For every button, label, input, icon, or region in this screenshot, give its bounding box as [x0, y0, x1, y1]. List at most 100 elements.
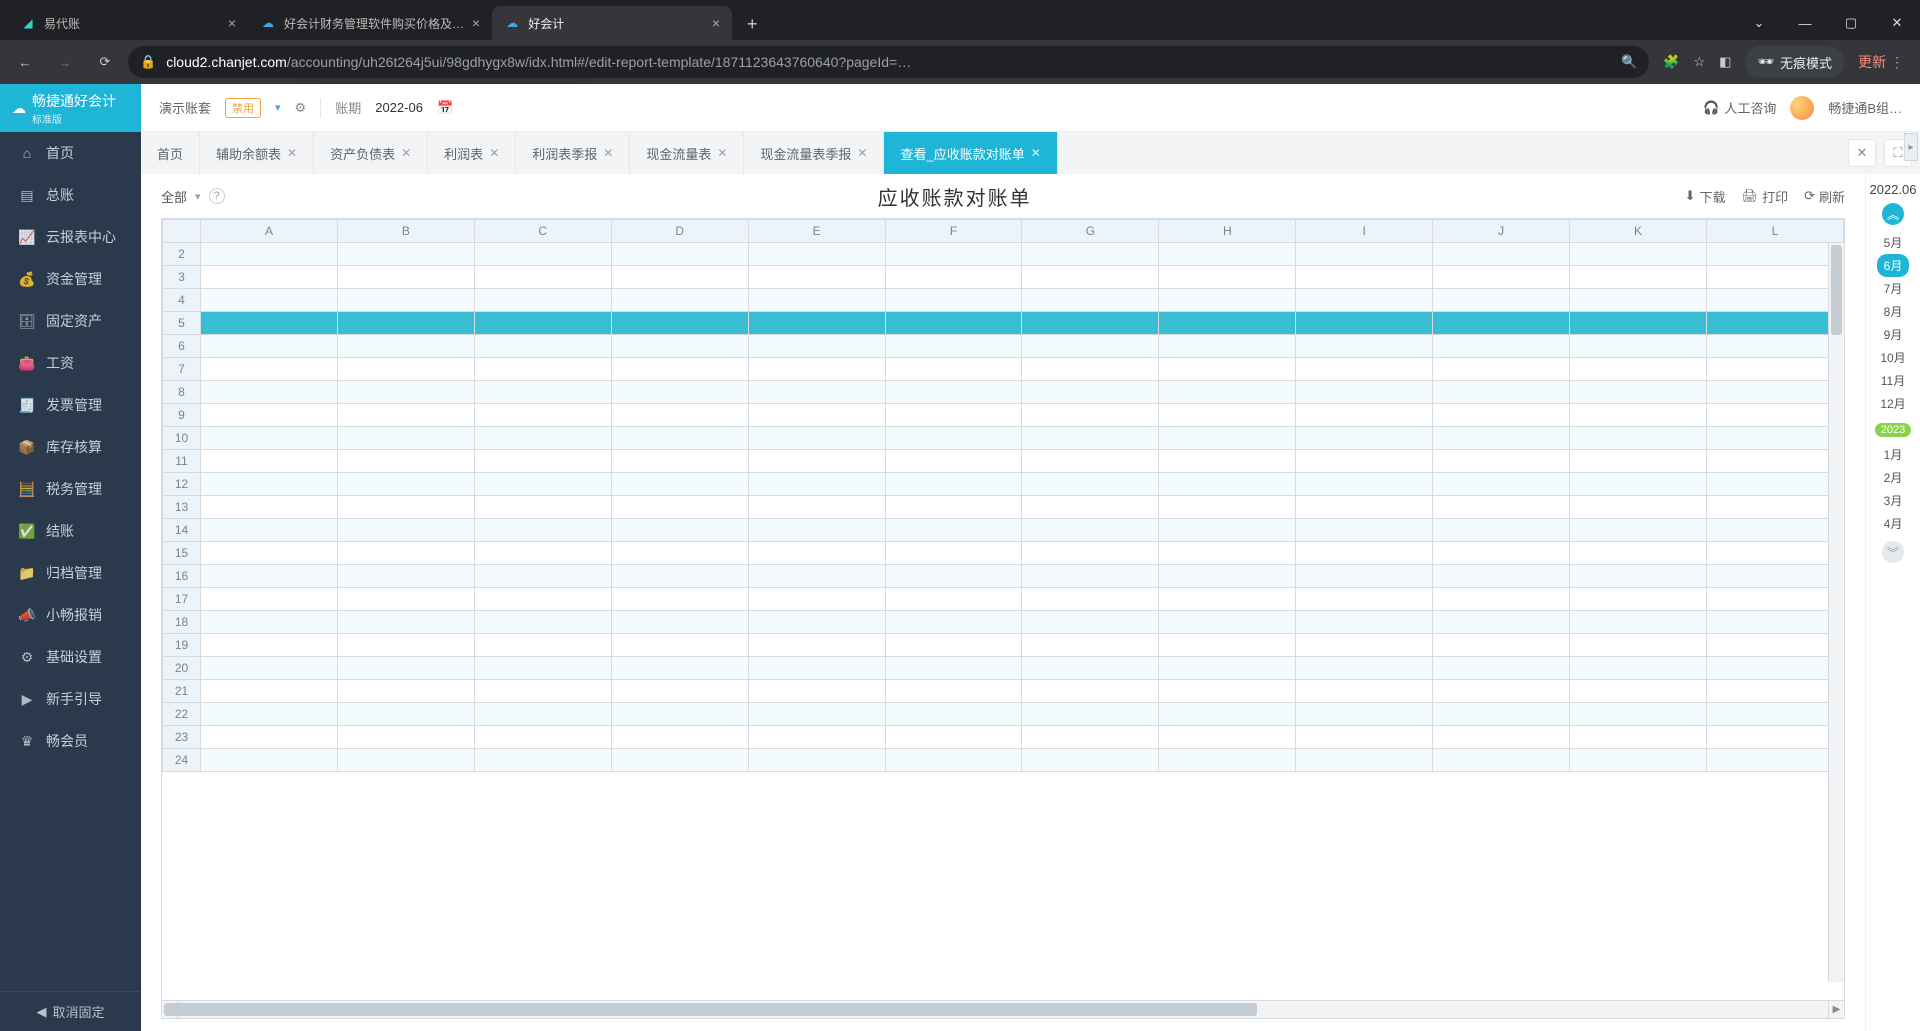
sheet-cell[interactable]	[1022, 634, 1159, 657]
doctab-2[interactable]: 资产负债表✕	[314, 132, 428, 174]
sheet-cell[interactable]	[1022, 381, 1159, 404]
sheet-cell[interactable]	[201, 450, 338, 473]
sheet-cell[interactable]	[1022, 657, 1159, 680]
sheet-cell[interactable]	[337, 289, 474, 312]
sheet-cell[interactable]	[1706, 450, 1843, 473]
month-7月[interactable]: 7月	[1877, 277, 1909, 300]
sheet-cell[interactable]	[1433, 381, 1570, 404]
sheet-cell[interactable]	[1706, 611, 1843, 634]
filter-dropdown[interactable]: 全部 ▾ ?	[161, 187, 225, 206]
reload-button[interactable]: ⟳	[88, 45, 122, 79]
sheet-cell[interactable]	[748, 749, 885, 772]
month-1月[interactable]: 1月	[1877, 443, 1909, 466]
sheet-cell[interactable]	[611, 312, 748, 335]
row-header[interactable]: 20	[163, 657, 201, 680]
sheet-cell[interactable]	[201, 519, 338, 542]
sheet-cell[interactable]	[1159, 542, 1296, 565]
sheet-cell[interactable]	[748, 427, 885, 450]
sheet-cell[interactable]	[885, 266, 1022, 289]
month-11月[interactable]: 11月	[1877, 369, 1909, 392]
sheet-cell[interactable]	[337, 243, 474, 266]
sheet-cell[interactable]	[1022, 565, 1159, 588]
sheet-row-15[interactable]: 15	[163, 542, 1844, 565]
sheet-cell[interactable]	[748, 450, 885, 473]
doctab-close-icon[interactable]: ✕	[489, 146, 499, 160]
sheet-cell[interactable]	[885, 358, 1022, 381]
sidebar-item-9[interactable]: ✅结账	[0, 510, 141, 552]
sheet-cell[interactable]	[1706, 542, 1843, 565]
sidebar-item-12[interactable]: ⚙基础设置	[0, 636, 141, 678]
sheet-cell[interactable]	[1706, 703, 1843, 726]
sheet-cell[interactable]	[1159, 243, 1296, 266]
next-year-badge[interactable]: 2023	[1875, 423, 1911, 437]
sidebar-item-5[interactable]: 👛工资	[0, 342, 141, 384]
sheet-cell[interactable]	[1296, 565, 1433, 588]
sheet-row-10[interactable]: 10	[163, 427, 1844, 450]
sheet-cell[interactable]	[201, 565, 338, 588]
browser-tab-0[interactable]: ◢ 易代账 ×	[8, 6, 248, 40]
sheet-cell[interactable]	[1570, 243, 1707, 266]
browser-tab-2[interactable]: ☁ 好会计 ×	[492, 6, 732, 40]
sheet-cell[interactable]	[1296, 427, 1433, 450]
sheet-cell[interactable]	[1296, 335, 1433, 358]
sheet-cell[interactable]	[1570, 703, 1707, 726]
col-header-E[interactable]: E	[748, 220, 885, 243]
sheet-cell[interactable]	[1433, 312, 1570, 335]
sheet-cell[interactable]	[1570, 335, 1707, 358]
sheet-cell[interactable]	[1570, 289, 1707, 312]
sheet-cell[interactable]	[885, 404, 1022, 427]
sheet-cell[interactable]	[1022, 243, 1159, 266]
sheet-cell[interactable]	[885, 450, 1022, 473]
sheet-cell[interactable]	[1296, 312, 1433, 335]
sheet-cell[interactable]	[201, 404, 338, 427]
sheet-cell[interactable]	[1022, 266, 1159, 289]
sheet-cell[interactable]	[201, 381, 338, 404]
sheet-cell[interactable]	[201, 312, 338, 335]
row-header[interactable]: 15	[163, 542, 201, 565]
row-header[interactable]: 21	[163, 680, 201, 703]
col-header-B[interactable]: B	[337, 220, 474, 243]
sheet-cell[interactable]	[337, 703, 474, 726]
sheet-cell[interactable]	[474, 703, 611, 726]
sheet-cell[interactable]	[885, 243, 1022, 266]
sheet-cell[interactable]	[1159, 473, 1296, 496]
sheet-cell[interactable]	[337, 611, 474, 634]
zoom-icon[interactable]: 🔍	[1621, 54, 1637, 70]
sheet-row-2[interactable]: 2	[163, 243, 1844, 266]
maximize-icon[interactable]: ▢	[1828, 6, 1874, 40]
col-header-G[interactable]: G	[1022, 220, 1159, 243]
sheet-cell[interactable]	[885, 289, 1022, 312]
row-header[interactable]: 17	[163, 588, 201, 611]
sheet-cell[interactable]	[748, 243, 885, 266]
horizontal-scrollbar[interactable]: ◀ ▶	[162, 1000, 1844, 1018]
sheet-cell[interactable]	[1159, 358, 1296, 381]
sheet-cell[interactable]	[474, 726, 611, 749]
close-all-tabs-button[interactable]: ✕	[1848, 139, 1876, 167]
minimize-icon[interactable]: —	[1782, 6, 1828, 40]
row-header[interactable]: 11	[163, 450, 201, 473]
doctab-0[interactable]: 首页	[141, 132, 200, 174]
col-header-K[interactable]: K	[1570, 220, 1707, 243]
col-header-F[interactable]: F	[885, 220, 1022, 243]
sheet-cell[interactable]	[337, 404, 474, 427]
sheet-cell[interactable]	[885, 749, 1022, 772]
sheet-row-3[interactable]: 3	[163, 266, 1844, 289]
sheet-cell[interactable]	[1570, 542, 1707, 565]
sheet-cell[interactable]	[1433, 358, 1570, 381]
sidebar-item-14[interactable]: ♛畅会员	[0, 720, 141, 762]
sheet-cell[interactable]	[1296, 542, 1433, 565]
sheet-grid[interactable]: ABCDEFGHIJKL2345678910111213141516171819…	[162, 219, 1844, 1000]
sheet-cell[interactable]	[611, 427, 748, 450]
sheet-cell[interactable]	[201, 749, 338, 772]
sheet-row-24[interactable]: 24	[163, 749, 1844, 772]
sheet-cell[interactable]	[1706, 634, 1843, 657]
sheet-cell[interactable]	[1433, 427, 1570, 450]
sheet-row-20[interactable]: 20	[163, 657, 1844, 680]
update-button[interactable]: 更新⋮	[1850, 52, 1912, 72]
sheet-cell[interactable]	[474, 381, 611, 404]
sheet-cell[interactable]	[1570, 312, 1707, 335]
sheet-cell[interactable]	[474, 404, 611, 427]
sheet-corner[interactable]	[163, 220, 201, 243]
new-tab-button[interactable]: +	[738, 10, 766, 38]
sheet-cell[interactable]	[1022, 289, 1159, 312]
